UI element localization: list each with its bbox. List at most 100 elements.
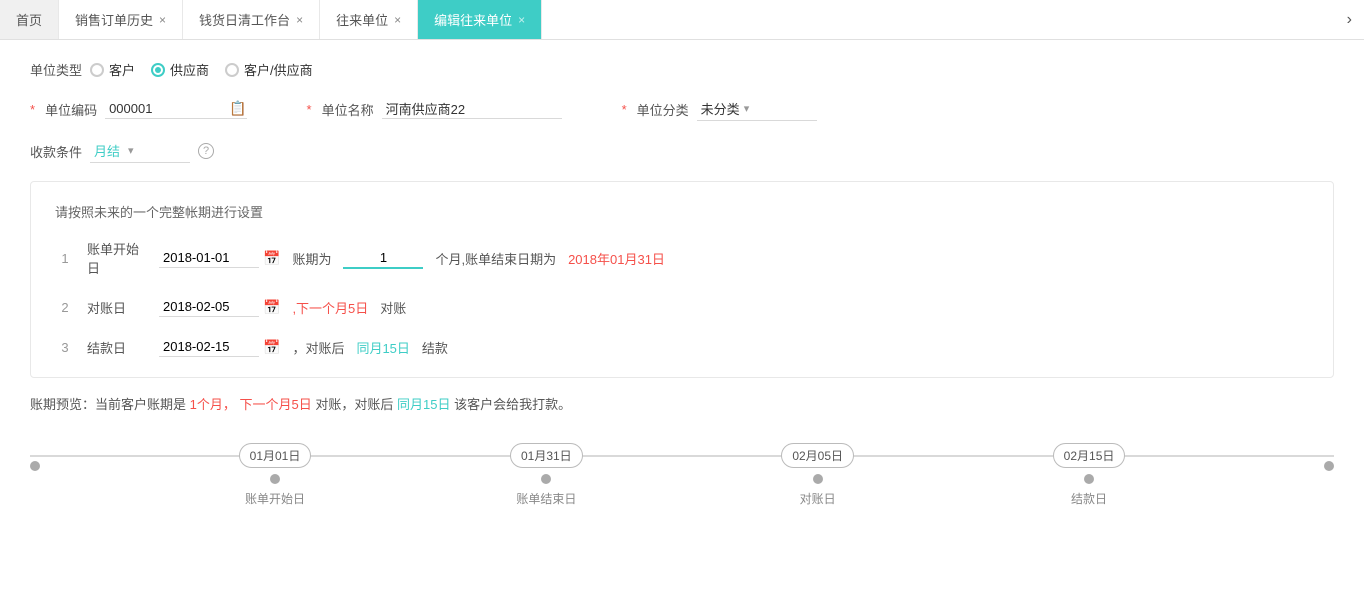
reconcile-date-calendar-icon[interactable]: 📅 (263, 299, 280, 316)
timeline-node-2-label: 账单结束日 (516, 490, 576, 507)
preview-end: 该客户会给我打款。 (454, 397, 571, 412)
unit-type-field: 单位类型 客户 供应商 客户/供应商 (30, 60, 313, 79)
timeline-node-1-label: 账单开始日 (245, 490, 305, 507)
months-input[interactable] (343, 248, 423, 269)
radio-supplier-circle (151, 63, 165, 77)
period-suffix-before: 账期为 (292, 249, 331, 268)
radio-supplier[interactable]: 供应商 (151, 60, 209, 79)
tab-partner-label: 往来单位 (336, 10, 388, 29)
start-date-label: 账单开始日 (87, 239, 147, 277)
payment-terms-value: 月结 (90, 139, 124, 162)
start-date-input[interactable] (159, 248, 259, 268)
unit-name-field: * 单位名称 (307, 99, 562, 119)
unit-category-select[interactable]: 未分类 ▾ (697, 97, 817, 121)
tab-more-button[interactable]: › (1335, 0, 1364, 39)
timeline-start-dot (30, 461, 40, 471)
unit-name-star: * (307, 102, 312, 117)
unit-name-input[interactable] (382, 99, 562, 119)
unit-code-input-wrapper: 📋 (105, 99, 246, 119)
period-title: 请按照未来的一个完整帐期进行设置 (55, 202, 1309, 221)
unit-type-label: 单位类型 (30, 60, 82, 79)
preview-part3: 同月15日 (397, 397, 450, 412)
timeline-node-3: 02月05日 对账日 (781, 443, 854, 507)
timeline-badge-2: 01月31日 (510, 443, 583, 468)
tab-sales-history[interactable]: 销售订单历史 × (59, 0, 183, 39)
timeline-node-1: 01月01日 账单开始日 (239, 443, 312, 507)
step-3: 3 (55, 340, 75, 355)
timeline-node-1-dot (270, 474, 280, 484)
period-settings-box: 请按照未来的一个完整帐期进行设置 1 账单开始日 📅 账期为 个月,账单结束日期… (30, 181, 1334, 378)
unit-category-arrow: ▾ (744, 102, 750, 115)
unit-info-row: * 单位编码 📋 * 单位名称 * 单位分类 未分类 ▾ (30, 97, 1334, 121)
reconcile-date-input-wrapper: 📅 (159, 297, 280, 317)
radio-customer-label: 客户 (109, 60, 135, 79)
timeline-badge-4: 02月15日 (1053, 443, 1126, 468)
timeline-node-2-dot (541, 474, 551, 484)
payment-terms-label: 收款条件 (30, 142, 82, 161)
tab-home[interactable]: 首页 (0, 0, 59, 39)
timeline-node-3-dot (813, 474, 823, 484)
period-row-1: 1 账单开始日 📅 账期为 个月,账单结束日期为 2018年01月31日 (55, 239, 1309, 277)
timeline-node-4-dot (1084, 474, 1094, 484)
radio-customer[interactable]: 客户 (90, 60, 135, 79)
tab-partner-close[interactable]: × (394, 13, 401, 27)
tab-edit-partner[interactable]: 编辑往来单位 × (418, 0, 542, 39)
payment-date-input-wrapper: 📅 (159, 337, 280, 357)
start-date-input-wrapper: 📅 (159, 248, 280, 268)
timeline-node-2: 01月31日 账单结束日 (510, 443, 583, 507)
radio-group: 客户 供应商 客户/供应商 (90, 60, 313, 79)
timeline-items: 01月01日 账单开始日 01月31日 账单结束日 02月05日 对账日 (30, 443, 1334, 507)
reconcile-date-label: 对账日 (87, 298, 147, 317)
tab-home-label: 首页 (16, 10, 42, 29)
payment-terms-row: 收款条件 月结 ▾ ? (30, 139, 1334, 163)
payment-terms-select[interactable]: 月结 ▾ (90, 139, 190, 163)
radio-customer-circle (90, 63, 104, 77)
payment-date-label: 结款日 (87, 338, 147, 357)
radio-both-circle (225, 63, 239, 77)
unit-code-field: * 单位编码 📋 (30, 99, 247, 119)
reconcile-suffix: 对账 (380, 298, 406, 317)
tab-partner[interactable]: 往来单位 × (320, 0, 418, 39)
unit-category-value: 未分类 (701, 99, 740, 118)
unit-type-row: 单位类型 客户 供应商 客户/供应商 (30, 60, 1334, 79)
tab-sales-history-label: 销售订单历史 (75, 10, 153, 29)
step-1: 1 (55, 251, 75, 266)
preview-part1: 1个月， (190, 397, 236, 412)
tab-edit-partner-label: 编辑往来单位 (434, 10, 512, 29)
period-row-3: 3 结款日 📅 ，对账后 同月15日 结款 (55, 337, 1309, 357)
timeline-badge-3: 02月05日 (781, 443, 854, 468)
tab-bar: 首页 销售订单历史 × 钱货日清工作台 × 往来单位 × 编辑往来单位 × › (0, 0, 1364, 40)
preview-text: 账期预览：当前客户账期是 1个月， 下一个月5日 对账，对账后 同月15日 该客… (30, 394, 1334, 413)
timeline-end-dot (1324, 461, 1334, 471)
main-content: 单位类型 客户 供应商 客户/供应商 * 单位编码 (0, 40, 1364, 608)
reconcile-date-input[interactable] (159, 297, 259, 317)
unit-code-copy-icon[interactable]: 📋 (229, 100, 246, 117)
unit-code-label: 单位编码 (45, 100, 97, 119)
tab-cash-work[interactable]: 钱货日清工作台 × (183, 0, 320, 39)
tab-edit-partner-close[interactable]: × (518, 13, 525, 27)
timeline-node-4-label: 结款日 (1071, 490, 1107, 507)
preview-label: 账期预览：当前客户账期是 (30, 397, 186, 412)
payment-date-input[interactable] (159, 337, 259, 357)
preview-part2: 下一个月5日 (240, 397, 312, 412)
payment-suffix: 结款 (422, 338, 448, 357)
start-date-calendar-icon[interactable]: 📅 (263, 250, 280, 267)
timeline: 01月01日 账单开始日 01月31日 账单结束日 02月05日 对账日 (30, 433, 1334, 527)
unit-code-star: * (30, 102, 35, 117)
unit-category-field: * 单位分类 未分类 ▾ (622, 97, 817, 121)
period-row-2: 2 对账日 📅 ,下一个月5日 对账 (55, 297, 1309, 317)
timeline-badge-1: 01月01日 (239, 443, 312, 468)
unit-category-label: 单位分类 (637, 100, 689, 119)
unit-code-input[interactable] (105, 99, 225, 118)
preview-middle: 对账，对账后 (315, 397, 393, 412)
payment-prefix: ，对账后 (292, 338, 344, 357)
reconcile-highlight: ,下一个月5日 (292, 298, 368, 317)
end-date-highlight: 2018年01月31日 (568, 249, 665, 268)
tab-cash-work-close[interactable]: × (296, 13, 303, 27)
timeline-node-4: 02月15日 结款日 (1053, 443, 1126, 507)
help-icon[interactable]: ? (198, 143, 214, 159)
radio-both[interactable]: 客户/供应商 (225, 60, 313, 79)
tab-sales-history-close[interactable]: × (159, 13, 166, 27)
payment-highlight: 同月15日 (356, 338, 409, 357)
payment-date-calendar-icon[interactable]: 📅 (263, 339, 280, 356)
